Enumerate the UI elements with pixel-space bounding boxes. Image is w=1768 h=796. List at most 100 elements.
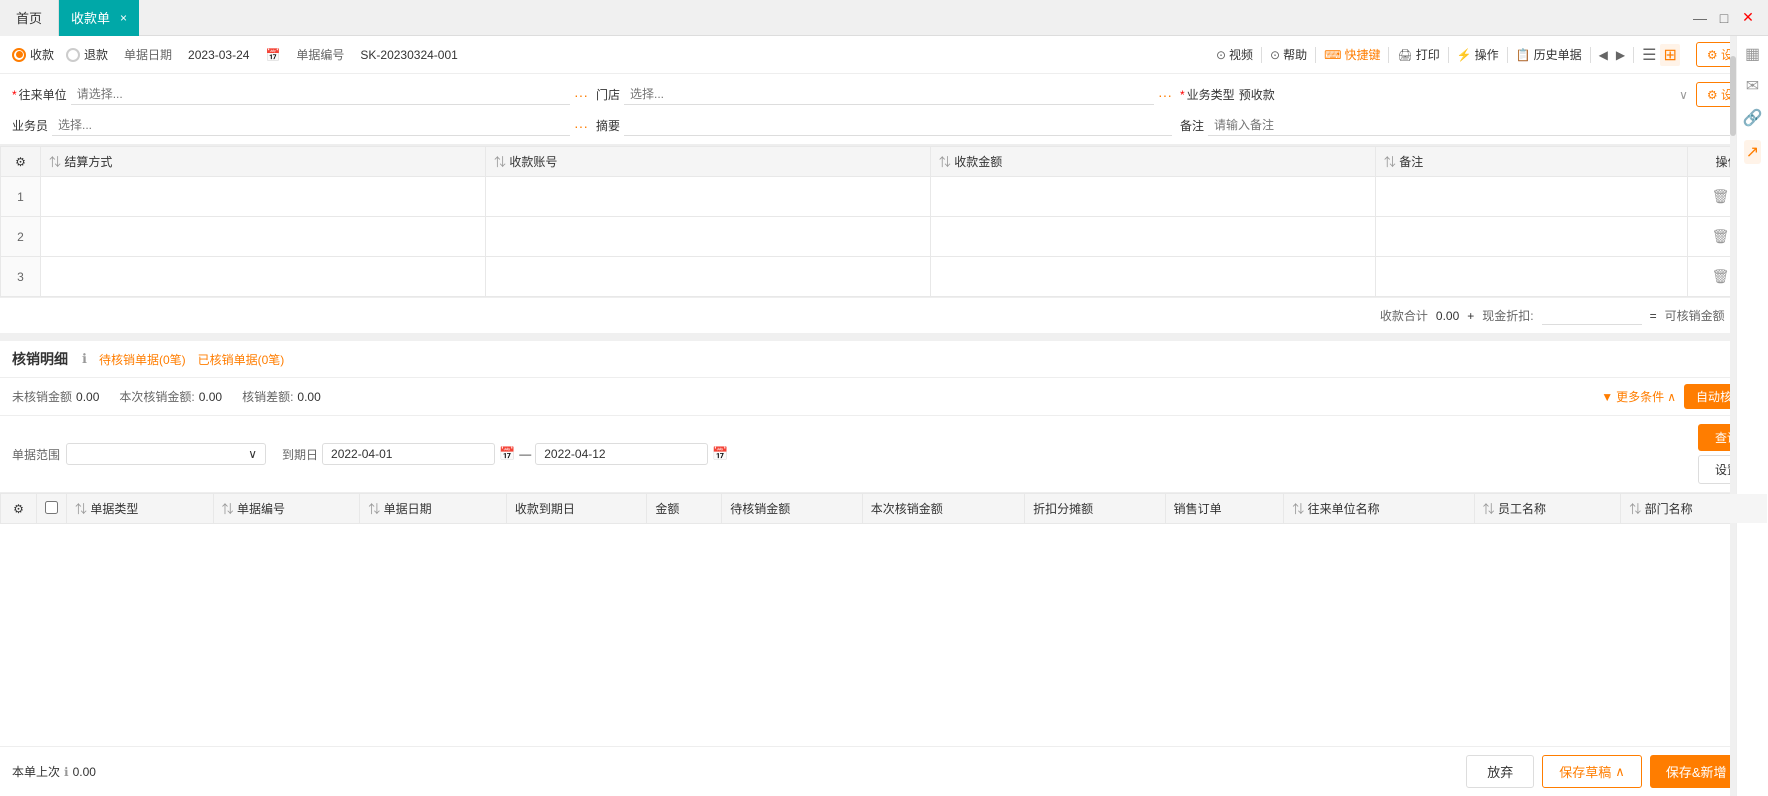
store-input[interactable]: [624, 84, 1154, 105]
lth-counterpart-sort: ⇅: [1292, 502, 1304, 516]
row2-delete-icon[interactable]: 🗑: [1712, 228, 1730, 245]
counterpart-more-icon[interactable]: ···: [574, 87, 588, 103]
sidebar-expand-icon[interactable]: ↗: [1744, 140, 1761, 164]
sidebar-table-icon[interactable]: ▦: [1745, 44, 1760, 64]
maximize-button[interactable]: □: [1716, 10, 1732, 26]
divider1: [1261, 47, 1262, 63]
store-field: 门店 ···: [596, 84, 1172, 105]
per-order-value: 0.00: [73, 765, 96, 779]
help-action[interactable]: ⊙ 帮助: [1270, 46, 1307, 63]
row1-account[interactable]: [485, 177, 930, 217]
row1-delete-icon[interactable]: 🗑: [1712, 188, 1730, 205]
calendar-icon[interactable]: 📅: [265, 48, 280, 62]
video-action[interactable]: ⊙ 视频: [1216, 46, 1253, 63]
lth-number: ⇅ 单据编号: [213, 494, 360, 524]
tab-close-icon[interactable]: ×: [120, 11, 127, 25]
current-label: 本次核销金额:: [119, 388, 194, 405]
minimize-button[interactable]: —: [1692, 10, 1708, 26]
th-gear[interactable]: ⚙: [1, 147, 41, 177]
row2-account[interactable]: [485, 217, 930, 257]
row2-settlement[interactable]: [41, 217, 486, 257]
toolbar-actions: ⊙ 视频 ⊙ 帮助 ⌨ 快捷键 🖨 打印 ⚡ 操作: [1216, 44, 1680, 66]
th-note-label: 备注: [1399, 155, 1423, 169]
row3-settlement[interactable]: [41, 257, 486, 297]
bottom-bar-left: 本单上次 ℹ 0.00: [12, 763, 96, 780]
lth-sales-order: 销售订单: [1165, 494, 1284, 524]
salesperson-more-icon[interactable]: ···: [574, 118, 588, 134]
number-value: SK-20230324-001: [360, 48, 457, 62]
per-order-label: 本单上次: [12, 763, 60, 780]
table-row: 2 🗑 ⧉: [1, 217, 1768, 257]
lth-checkbox[interactable]: [37, 494, 67, 524]
bottom-bar: 本单上次 ℹ 0.00 放弃 保存草稿 ∧ 保存&新增 ∧: [0, 746, 1768, 796]
counterpart-input[interactable]: [71, 84, 570, 105]
summary-input[interactable]: [624, 115, 1172, 136]
net-label: 可核销金额: [1665, 307, 1725, 324]
more-conditions-btn[interactable]: ▼ 更多条件 ∧: [1601, 388, 1676, 405]
lth-gear[interactable]: ⚙: [1, 494, 37, 524]
salesperson-field: 业务员 ···: [12, 115, 588, 136]
sidebar-link-icon[interactable]: 🔗: [1743, 108, 1763, 128]
tab-active[interactable]: 收款单 ×: [59, 0, 139, 36]
th-account: ⇅ 收款账号: [485, 147, 930, 177]
totals-equals: =: [1650, 309, 1657, 323]
pending-tab[interactable]: 待核销单据(0笔): [99, 351, 186, 368]
operation-action[interactable]: ⚡ 操作: [1457, 46, 1499, 63]
form-area: 往来单位 ··· 门店 ··· 业务类型 预收款 ∨ ⚙ 设置: [0, 74, 1768, 145]
select-all-checkbox[interactable]: [45, 501, 58, 514]
discount-input[interactable]: [1542, 306, 1642, 325]
print-action[interactable]: 🖨 打印: [1397, 46, 1439, 63]
layout-grid-icon[interactable]: ⊞: [1660, 44, 1679, 66]
row1-settlement[interactable]: [41, 177, 486, 217]
lth-duedate-label: 收款到期日: [515, 502, 575, 516]
lth-due-date: 收款到期日: [506, 494, 647, 524]
form-row-2: 业务员 ··· 摘要 备注: [12, 115, 1756, 136]
salesperson-input[interactable]: [52, 115, 570, 136]
scroll-thumb[interactable]: [1730, 56, 1736, 136]
hexiao-info-icon[interactable]: ℹ: [82, 351, 87, 367]
row3-amount[interactable]: [930, 257, 1375, 297]
done-tab[interactable]: 已核销单据(0笔): [198, 351, 285, 368]
gear-icon: ⚙: [1707, 88, 1718, 102]
discard-button[interactable]: 放弃: [1466, 755, 1534, 788]
tab-bar: 首页 收款单 × — □ ✕: [0, 0, 1768, 36]
next-icon[interactable]: ▶: [1616, 48, 1625, 62]
sidebar-mail-icon[interactable]: ✉: [1746, 76, 1759, 96]
radio-shoukuan[interactable]: 收款: [12, 46, 54, 63]
history-action[interactable]: 📋 历史单据: [1516, 46, 1582, 63]
note-input[interactable]: [1208, 115, 1756, 136]
history-label: 历史单据: [1534, 46, 1582, 63]
row2-note[interactable]: [1375, 217, 1687, 257]
date-from-input[interactable]: [322, 443, 495, 465]
prev-icon[interactable]: ◀: [1599, 48, 1608, 62]
lower-table-area: ⚙ ⇅ 单据类型 ⇅ 单据编号: [0, 493, 1768, 746]
business-type-label: 业务类型: [1180, 86, 1235, 103]
tab-home[interactable]: 首页: [0, 0, 59, 36]
lth-date-sort: ⇅: [368, 502, 380, 516]
business-type-select[interactable]: 预收款 ∨: [1239, 86, 1688, 103]
store-more-icon[interactable]: ···: [1158, 87, 1172, 103]
row3-note[interactable]: [1375, 257, 1687, 297]
row3-account[interactable]: [485, 257, 930, 297]
layout-list-icon[interactable]: ☰: [1642, 45, 1656, 65]
help-label: 帮助: [1283, 46, 1307, 63]
number-label: 单据编号: [296, 46, 344, 63]
row2-amount[interactable]: [930, 217, 1375, 257]
sort-icon4: ⇅: [1384, 155, 1396, 169]
date-to-input[interactable]: [535, 443, 708, 465]
close-button[interactable]: ✕: [1740, 10, 1756, 26]
per-order-info-icon[interactable]: ℹ: [64, 765, 69, 779]
lth-dept: ⇅ 部门名称: [1621, 494, 1768, 524]
range-select[interactable]: ∨: [66, 443, 266, 465]
row1-amount[interactable]: [930, 177, 1375, 217]
radio-tuikuan[interactable]: 退款: [66, 46, 108, 63]
shortcut-action[interactable]: ⌨ 快捷键: [1324, 46, 1380, 63]
date-to-icon[interactable]: 📅: [712, 446, 728, 462]
range-chevron-icon: ∨: [248, 447, 257, 461]
save-draft-button[interactable]: 保存草稿 ∧: [1542, 755, 1642, 788]
row1-note[interactable]: [1375, 177, 1687, 217]
date-from-icon[interactable]: 📅: [499, 446, 515, 462]
help-icon: ⊙: [1270, 48, 1280, 62]
note-field: 备注: [1180, 115, 1756, 136]
row3-delete-icon[interactable]: 🗑: [1712, 268, 1730, 285]
